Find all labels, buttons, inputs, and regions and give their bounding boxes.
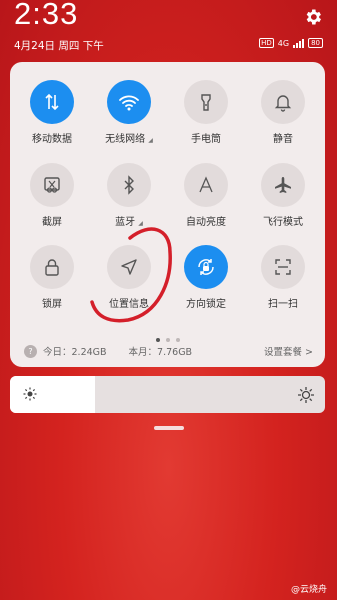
watermark: @云烧舟: [290, 585, 327, 595]
red-hand-drawn-circle: [90, 227, 172, 323]
